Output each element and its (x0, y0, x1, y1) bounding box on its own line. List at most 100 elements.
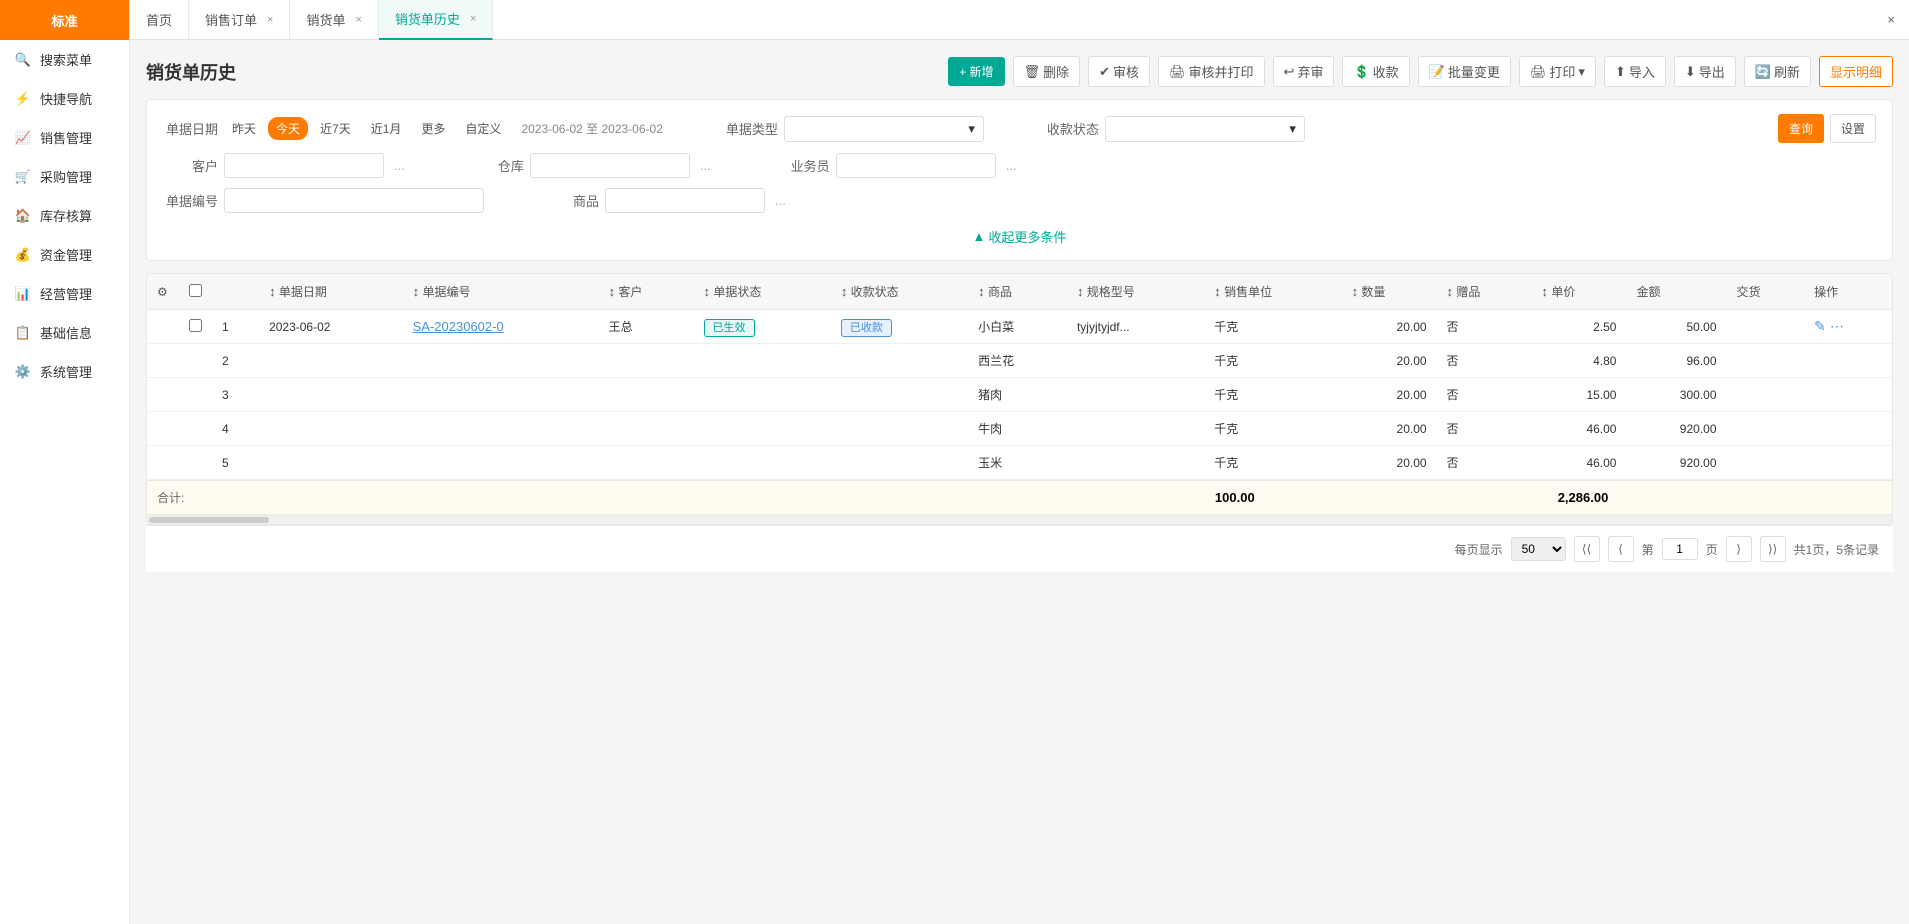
tab-sales-delivery-close[interactable]: × (355, 14, 361, 26)
cell-check[interactable] (179, 378, 212, 412)
prev-page-btn[interactable]: ⟨ (1608, 536, 1634, 562)
more-icon[interactable]: ⋯ (1830, 318, 1844, 335)
cell-doc-no[interactable] (403, 446, 599, 480)
review-icon: ✔ (1099, 64, 1110, 80)
cell-doc-no[interactable]: SA-20230602-0 (403, 310, 599, 344)
cell-doc-no[interactable] (403, 412, 599, 446)
th-spec[interactable]: ↕ 规格型号 (1067, 274, 1204, 310)
sidebar-item-basic[interactable]: 📋 基础信息 (0, 313, 129, 352)
tab-sales-order-close[interactable]: × (267, 14, 273, 26)
cell-goods: 玉米 (968, 446, 1067, 480)
sidebar-item-search[interactable]: 🔍 搜索菜单 (0, 40, 129, 79)
th-amount: 金额 (1626, 274, 1726, 310)
th-doc-no[interactable]: ↕ 单据编号 (403, 274, 599, 310)
tab-sales-history-close[interactable]: × (470, 13, 476, 25)
query-button[interactable]: 查询 (1778, 114, 1824, 143)
batch-change-button[interactable]: 📝 批量变更 (1418, 56, 1511, 87)
date-btn-more[interactable]: 更多 (413, 117, 453, 140)
cell-doc-no[interactable] (403, 344, 599, 378)
new-button[interactable]: + 新增 (948, 57, 1004, 86)
warehouse-input[interactable] (530, 153, 690, 178)
tab-sales-history[interactable]: 销货单历史 × (379, 0, 493, 40)
doc-type-select[interactable]: ▾ (784, 116, 984, 142)
th-date[interactable]: ↕ 单据日期 (259, 274, 403, 310)
goods-input[interactable] (605, 188, 765, 213)
collapse-button[interactable]: ▲ 收起更多条件 (163, 227, 1876, 246)
th-goods[interactable]: ↕ 商品 (968, 274, 1067, 310)
th-unit[interactable]: ↕ 销售单位 (1204, 274, 1341, 310)
page-number-input[interactable] (1662, 538, 1698, 560)
filter-row-1: 单据日期 昨天 今天 近7天 近1月 更多 自定义 2023-06-02 至 2… (163, 114, 1876, 143)
review-button[interactable]: ✔ 审核 (1088, 56, 1150, 87)
sidebar-item-inventory[interactable]: 🏠 库存核算 (0, 196, 129, 235)
cell-check[interactable] (179, 310, 212, 344)
refresh-button[interactable]: 🔄 刷新 (1744, 56, 1811, 87)
cell-trade (1727, 344, 1805, 378)
goods-dots-btn[interactable]: ... (771, 193, 790, 208)
table-body: 1 2023-06-02 SA-20230602-0 王总 已生效 已收款 小白… (147, 310, 1892, 480)
last-page-btn[interactable]: ⟩⟩ (1760, 536, 1786, 562)
date-btn-1month[interactable]: 近1月 (363, 117, 410, 140)
th-collect-status[interactable]: ↕ 收款状态 (831, 274, 968, 310)
salesman-dots-btn[interactable]: ... (1002, 158, 1021, 173)
refresh-icon: 🔄 (1755, 64, 1771, 80)
tab-home[interactable]: 首页 (130, 0, 189, 40)
next-page-btn[interactable]: ⟩ (1726, 536, 1752, 562)
sidebar-item-finance[interactable]: 💰 资金管理 (0, 235, 129, 274)
th-doc-status[interactable]: ↕ 单据状态 (694, 274, 831, 310)
collapse-row: ▲ 收起更多条件 (163, 223, 1876, 246)
th-gift[interactable]: ↕ 赠品 (1437, 274, 1532, 310)
review-print-button[interactable]: 🖨 审核并打印 (1158, 56, 1265, 87)
sidebar-item-system[interactable]: ⚙️ 系统管理 (0, 352, 129, 391)
import-button[interactable]: ⬆ 导入 (1604, 56, 1666, 87)
filter-goods: 商品 ... (544, 188, 790, 213)
date-btn-7days[interactable]: 近7天 (312, 117, 359, 140)
th-settings[interactable]: ⚙ (147, 274, 179, 310)
th-price[interactable]: ↕ 单价 (1532, 274, 1627, 310)
sidebar-item-operation[interactable]: 📊 经营管理 (0, 274, 129, 313)
date-btn-yesterday[interactable]: 昨天 (224, 117, 264, 140)
abandon-button[interactable]: ↩ 弃审 (1273, 56, 1335, 87)
th-customer[interactable]: ↕ 客户 (599, 274, 694, 310)
customer-dots-btn[interactable]: ... (390, 158, 409, 173)
sidebar-item-sales[interactable]: 📈 销售管理 (0, 118, 129, 157)
salesman-input[interactable] (836, 153, 996, 178)
horizontal-scrollbar[interactable] (147, 514, 1892, 524)
collect-button[interactable]: 💲 收款 (1342, 56, 1409, 87)
tab-sales-order[interactable]: 销售订单 × (189, 0, 290, 40)
cell-action (1804, 344, 1892, 378)
date-range-value: 2023-06-02 至 2023-06-02 (521, 120, 662, 137)
cell-doc-no[interactable] (403, 378, 599, 412)
sidebar-item-quicknav[interactable]: ⚡ 快捷导航 (0, 79, 129, 118)
export-button[interactable]: ⬇ 导出 (1674, 56, 1736, 87)
warehouse-dots-btn[interactable]: ... (696, 158, 715, 173)
collect-status-select[interactable]: ▾ (1105, 116, 1305, 142)
toolbar: + 新增 🗑 删除 ✔ 审核 🖨 审核并打印 ↩ 弃审 (948, 56, 1893, 87)
th-qty[interactable]: ↕ 数量 (1342, 274, 1437, 310)
tab-sales-delivery[interactable]: 销货单 × (290, 0, 378, 40)
th-checkbox[interactable] (179, 274, 212, 310)
settings-button[interactable]: 设置 (1830, 114, 1876, 143)
date-btn-custom[interactable]: 自定义 (457, 117, 509, 140)
edit-icon[interactable]: ✎ (1814, 318, 1826, 335)
row-checkbox[interactable] (189, 319, 202, 332)
select-all-checkbox[interactable] (189, 284, 202, 297)
print-button[interactable]: 🖨 打印 ▾ (1519, 56, 1596, 87)
doc-no-input[interactable] (224, 188, 484, 213)
window-close-btn[interactable]: × (1873, 12, 1909, 27)
page-size-select[interactable]: 50 100 200 (1511, 537, 1566, 561)
delete-button[interactable]: 🗑 删除 (1013, 56, 1081, 87)
cell-check[interactable] (179, 446, 212, 480)
sidebar-item-purchase[interactable]: 🛒 采购管理 (0, 157, 129, 196)
warehouse-label: 仓库 (469, 156, 524, 175)
cell-date (259, 344, 403, 378)
scrollbar-thumb[interactable] (149, 517, 269, 523)
customer-input[interactable] (224, 153, 384, 178)
doc-no-link[interactable]: SA-20230602-0 (413, 319, 504, 334)
date-btn-today[interactable]: 今天 (268, 117, 308, 140)
cell-check[interactable] (179, 344, 212, 378)
filter-customer: 客户 ... (163, 153, 409, 178)
first-page-btn[interactable]: ⟨⟨ (1574, 536, 1600, 562)
cell-check[interactable] (179, 412, 212, 446)
show-detail-button[interactable]: 显示明细 (1819, 56, 1893, 87)
